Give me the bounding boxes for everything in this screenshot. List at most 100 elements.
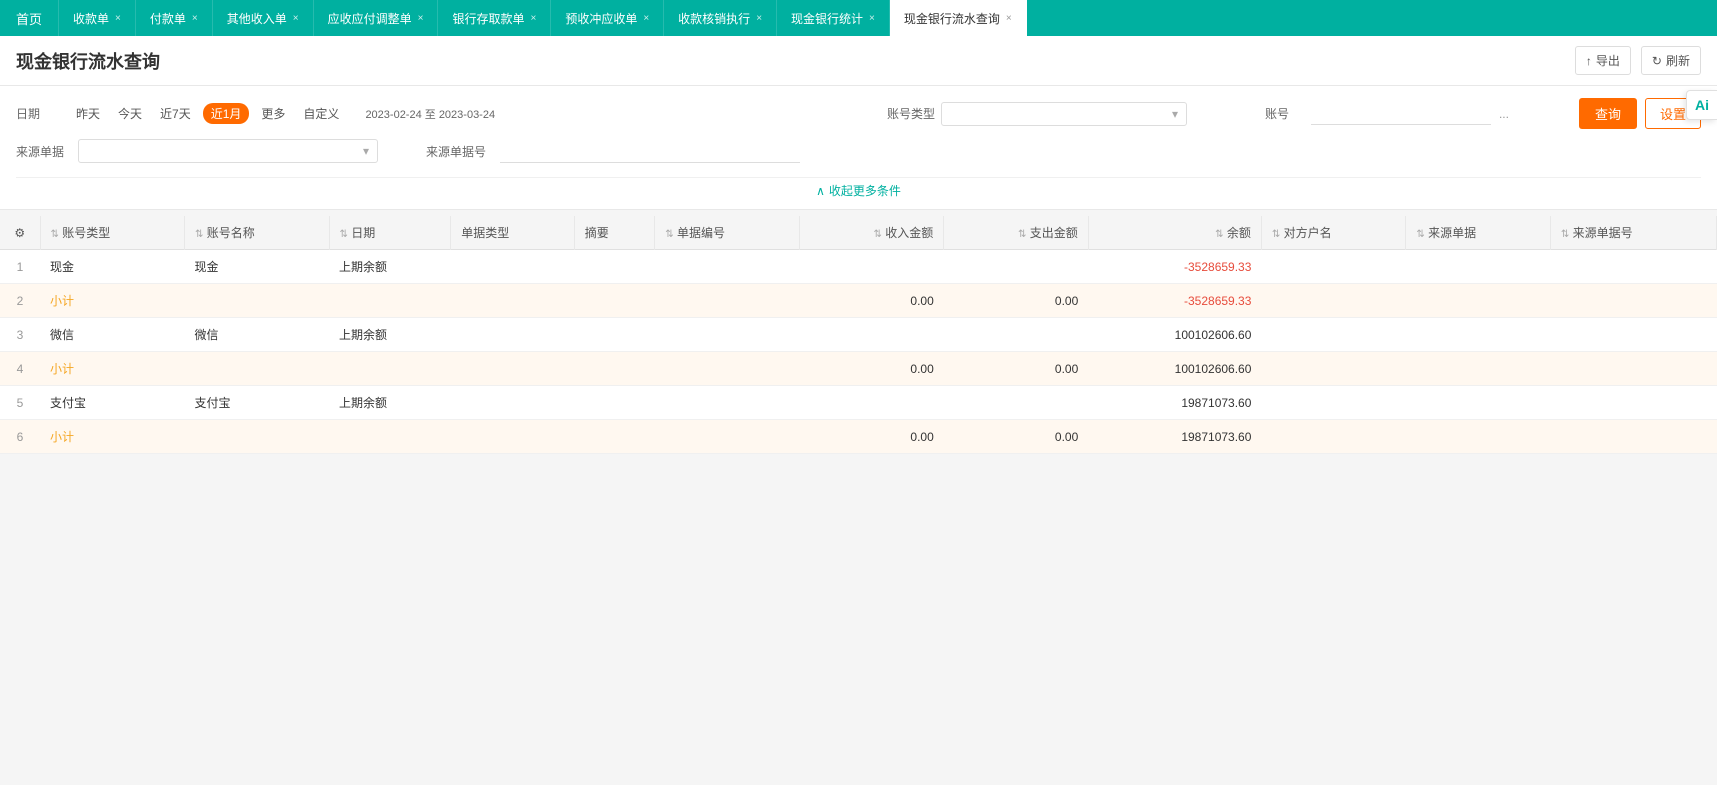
cell-account-name [185, 352, 330, 386]
close-icon[interactable]: × [869, 13, 875, 24]
col-balance[interactable]: ⇅ 余额 [1088, 216, 1261, 250]
chevron-down-icon: ▾ [363, 144, 369, 158]
sort-icon: ⇅ [340, 229, 348, 240]
account-type-label: 账号类型 [887, 105, 935, 122]
col-expense[interactable]: ⇅ 支出金额 [944, 216, 1089, 250]
cell-source-doc-no [1550, 352, 1716, 386]
row-num: 2 [0, 284, 40, 318]
cell-expense: 0.00 [944, 284, 1089, 318]
col-date[interactable]: ⇅ 日期 [329, 216, 451, 250]
close-icon[interactable]: × [530, 13, 536, 24]
cell-income [799, 386, 944, 420]
cell-date [329, 420, 451, 454]
nav-tab-yingshouyingfu[interactable]: 应收应付调整单 × [314, 0, 439, 36]
cell-expense [944, 386, 1089, 420]
cell-account-name: 支付宝 [185, 386, 330, 420]
date-btn-yesterday[interactable]: 昨天 [70, 103, 106, 124]
nav-tab-fukuandan[interactable]: 付款单 × [136, 0, 213, 36]
refresh-button[interactable]: ↻ 刷新 [1641, 46, 1701, 75]
row-num: 5 [0, 386, 40, 420]
col-account-type[interactable]: ⇅ 账号类型 [40, 216, 185, 250]
cell-source-doc-no [1550, 284, 1716, 318]
table-header-row: ⚙ ⇅ 账号类型 ⇅ 账号名称 ⇅ 日期 单据类型 摘要 [0, 216, 1717, 250]
cell-income [799, 318, 944, 352]
date-btn-today[interactable]: 今天 [112, 103, 148, 124]
cell-date: 上期余额 [329, 318, 451, 352]
col-doc-type: 单据类型 [451, 216, 575, 250]
collapse-up-icon: ∧ [816, 184, 825, 198]
cell-source-doc [1406, 250, 1551, 284]
cell-doc-no [655, 352, 800, 386]
nav-tab-shoukuandan[interactable]: 收款单 × [59, 0, 136, 36]
cell-income [799, 250, 944, 284]
col-settings[interactable]: ⚙ [0, 216, 40, 250]
data-table: ⚙ ⇅ 账号类型 ⇅ 账号名称 ⇅ 日期 单据类型 摘要 [0, 216, 1717, 454]
close-icon[interactable]: × [192, 13, 198, 24]
cell-balance: 19871073.60 [1088, 420, 1261, 454]
nav-tab-qitashouru[interactable]: 其他收入单 × [213, 0, 314, 36]
cell-date: 上期余额 [329, 250, 451, 284]
close-icon[interactable]: × [756, 13, 762, 24]
cell-expense [944, 250, 1089, 284]
cell-source-doc [1406, 318, 1551, 352]
nav-tab-shoukuanhexiao[interactable]: 收款核销执行 × [664, 0, 777, 36]
cell-source-doc [1406, 386, 1551, 420]
table-row: 5 支付宝 支付宝 上期余额 19871073.60 [0, 386, 1717, 420]
date-btn-custom[interactable]: 自定义 [297, 103, 345, 124]
cell-doc-type [451, 284, 575, 318]
account-input[interactable] [1311, 102, 1491, 125]
nav-tab-liushuichaxun[interactable]: 现金银行流水查询 × [890, 0, 1027, 36]
date-btn-7days[interactable]: 近7天 [154, 103, 197, 124]
export-button[interactable]: ↑ 导出 [1575, 46, 1631, 75]
sort-icon: ⇅ [665, 229, 673, 240]
account-label: 账号 [1265, 105, 1305, 122]
sort-icon: ⇅ [51, 229, 59, 240]
cell-doc-no [655, 284, 800, 318]
cell-source-doc [1406, 284, 1551, 318]
cell-balance: -3528659.33 [1088, 284, 1261, 318]
table-row: 1 现金 现金 上期余额 -3528659.33 [0, 250, 1717, 284]
close-icon[interactable]: × [418, 13, 424, 24]
sort-icon: ⇅ [1018, 229, 1026, 240]
page-title: 现金银行流水查询 [16, 48, 160, 74]
cell-source-doc-no [1550, 250, 1716, 284]
cell-source-doc [1406, 420, 1551, 454]
source-doc-no-input[interactable] [500, 140, 800, 163]
date-btn-more[interactable]: 更多 [255, 103, 291, 124]
account-type-select[interactable]: ▾ [941, 102, 1187, 126]
close-icon[interactable]: × [643, 13, 649, 24]
nav-tab-yinhangcunqu[interactable]: 银行存取款单 × [438, 0, 551, 36]
collapse-bar[interactable]: ∧ 收起更多条件 [16, 177, 1701, 203]
source-doc-select[interactable]: ▾ [78, 139, 378, 163]
col-source-doc[interactable]: ⇅ 来源单据 [1406, 216, 1551, 250]
cell-account-type: 现金 [40, 250, 185, 284]
header-actions: ↑ 导出 ↻ 刷新 [1575, 46, 1701, 75]
close-icon[interactable]: × [1006, 13, 1012, 24]
cell-source-doc-no [1550, 420, 1716, 454]
col-source-doc-no[interactable]: ⇅ 来源单据号 [1550, 216, 1716, 250]
close-icon[interactable]: × [115, 13, 121, 24]
account-more-button[interactable]: ... [1491, 103, 1517, 125]
table-container: ⚙ ⇅ 账号类型 ⇅ 账号名称 ⇅ 日期 单据类型 摘要 [0, 216, 1717, 454]
ai-assistant-badge[interactable]: Ai [1686, 90, 1717, 120]
filter-row-source: 来源单据 ▾ 来源单据号 [16, 139, 1701, 163]
cell-income: 0.00 [799, 352, 944, 386]
table-row: 3 微信 微信 上期余额 100102606.60 [0, 318, 1717, 352]
sort-icon: ⇅ [195, 229, 203, 240]
date-btn-1month[interactable]: 近1月 [203, 103, 250, 124]
row-num: 4 [0, 352, 40, 386]
cell-counterpart [1261, 318, 1406, 352]
col-account-name[interactable]: ⇅ 账号名称 [185, 216, 330, 250]
col-income[interactable]: ⇅ 收入金额 [799, 216, 944, 250]
nav-tab-yushouchong[interactable]: 预收冲应收单 × [551, 0, 664, 36]
nav-tab-xianjinyinhang-tongji[interactable]: 现金银行统计 × [777, 0, 890, 36]
account-filter-group: 账号 ... [1265, 102, 1525, 125]
cell-account-type: 微信 [40, 318, 185, 352]
sort-icon: ⇅ [1561, 229, 1569, 240]
query-button[interactable]: 查询 [1579, 98, 1637, 129]
close-icon[interactable]: × [293, 13, 299, 24]
col-counterpart[interactable]: ⇅ 对方户名 [1261, 216, 1406, 250]
sort-icon: ⇅ [1215, 229, 1223, 240]
nav-home[interactable]: 首页 [0, 0, 59, 36]
col-doc-no[interactable]: ⇅ 单据编号 [655, 216, 800, 250]
